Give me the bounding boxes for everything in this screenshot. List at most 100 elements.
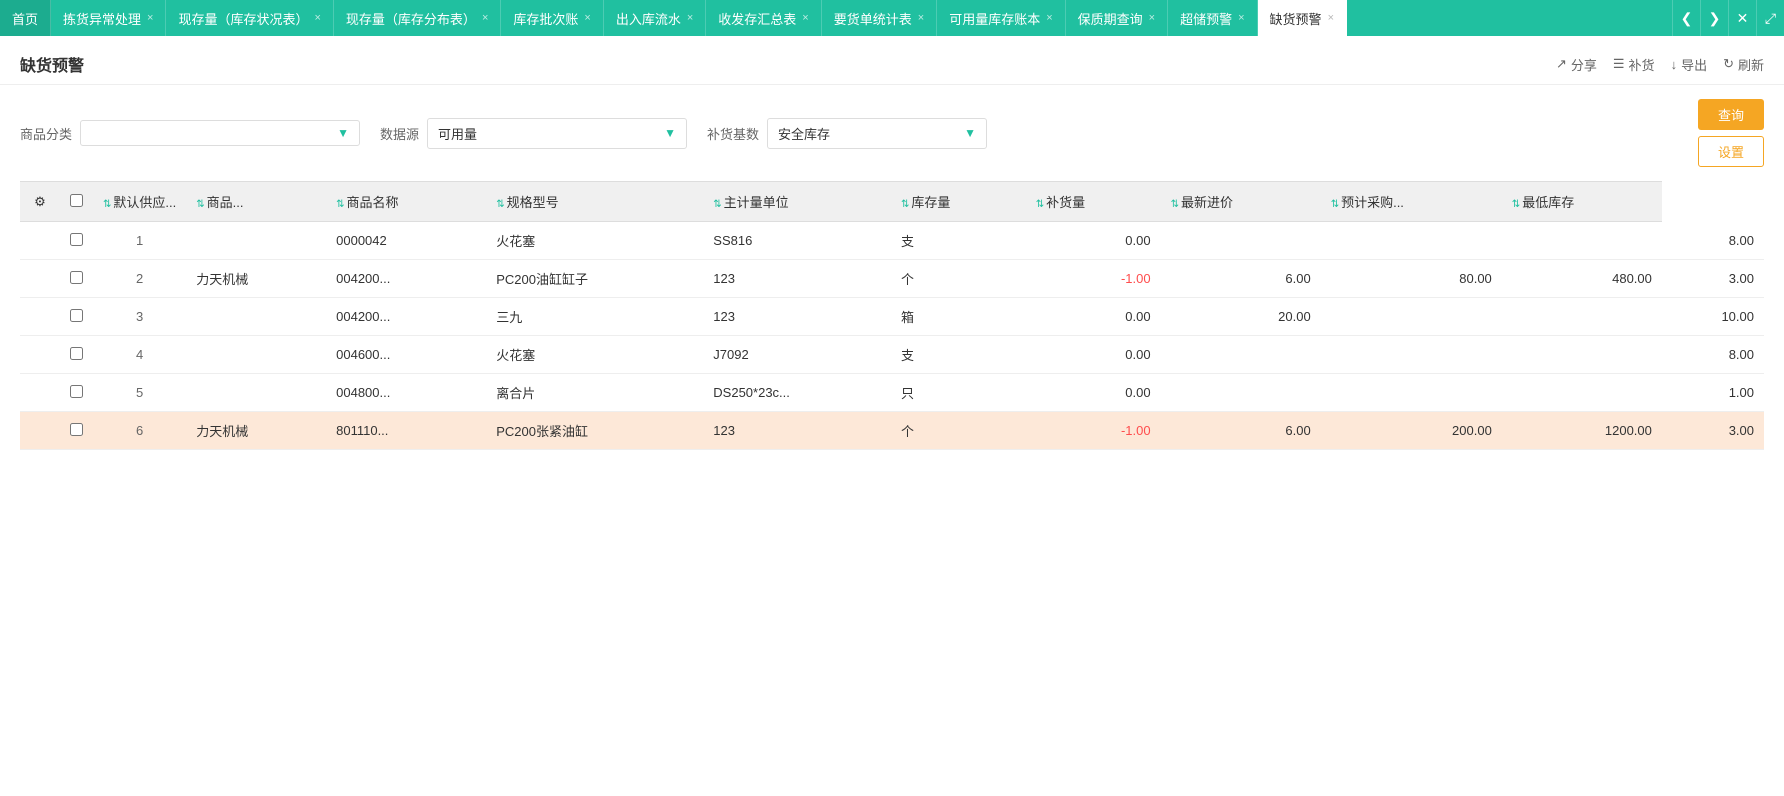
- tab-abnormal[interactable]: 拣货异常处理 ×: [51, 0, 166, 36]
- row-select-2[interactable]: [70, 309, 83, 322]
- cell-unit-2: 箱: [891, 298, 1026, 336]
- refresh-icon: ↻: [1723, 56, 1734, 72]
- cell-supplier-3: [186, 336, 326, 374]
- tab-label-abnormal: 拣货异常处理: [63, 9, 141, 28]
- tab-close-available-ledger[interactable]: ×: [1046, 12, 1052, 24]
- row-index-4: 5: [93, 374, 186, 412]
- row-gear-1: [20, 260, 60, 298]
- row-checkbox-3[interactable]: [60, 336, 93, 374]
- tab-close-inventory-status[interactable]: ×: [314, 12, 320, 24]
- tab-fullscreen-button[interactable]: ⤢: [1756, 0, 1784, 36]
- col-header-supplier[interactable]: ⇅默认供应...: [93, 182, 186, 222]
- settings-button[interactable]: 设置: [1698, 136, 1764, 167]
- replenish-action[interactable]: ☰ 补货: [1613, 55, 1655, 74]
- tab-close-order-stats[interactable]: ×: [918, 12, 924, 24]
- data-table: ⚙⇅默认供应...⇅商品...⇅商品名称⇅规格型号⇅主计量单位⇅库存量⇅补货量⇅…: [20, 181, 1764, 450]
- cell-spec-5: 123: [703, 412, 891, 450]
- cell-latest_price-0: [1321, 222, 1502, 260]
- row-checkbox-0[interactable]: [60, 222, 93, 260]
- col-header-unit[interactable]: ⇅主计量单位: [703, 182, 891, 222]
- replenish-basis-filter-group: 补货基数 安全库存 ▼: [707, 118, 987, 149]
- tab-shortage-warning[interactable]: 缺货预警 ×: [1258, 0, 1347, 36]
- col-header-min_stock[interactable]: ⇅最低库存: [1502, 182, 1662, 222]
- cell-est_purchase-2: [1502, 298, 1662, 336]
- tab-close-expiry-query[interactable]: ×: [1149, 12, 1155, 24]
- tab-close-batch-account[interactable]: ×: [584, 12, 590, 24]
- sort-icon-unit: ⇅: [713, 199, 721, 210]
- cell-latest_price-5: 200.00: [1321, 412, 1502, 450]
- col-checkbox-header[interactable]: [60, 182, 93, 222]
- col-header-goods_code[interactable]: ⇅商品...: [186, 182, 326, 222]
- row-checkbox-1[interactable]: [60, 260, 93, 298]
- row-index-5: 6: [93, 412, 186, 450]
- cell-supplier-4: [186, 374, 326, 412]
- row-select-5[interactable]: [70, 423, 83, 436]
- table-row: 6力天机械801110...PC200张紧油缸123个-1.006.00200.…: [20, 412, 1764, 450]
- col-header-replenish[interactable]: ⇅补货量: [1026, 182, 1161, 222]
- tab-prev-button[interactable]: ❮: [1672, 0, 1700, 36]
- row-select-0[interactable]: [70, 233, 83, 246]
- row-checkbox-4[interactable]: [60, 374, 93, 412]
- row-checkbox-5[interactable]: [60, 412, 93, 450]
- row-checkbox-2[interactable]: [60, 298, 93, 336]
- row-select-1[interactable]: [70, 271, 83, 284]
- tab-inout-flow[interactable]: 出入库流水×: [604, 0, 706, 36]
- cell-est_purchase-5: 1200.00: [1502, 412, 1662, 450]
- refresh-label: 刷新: [1738, 55, 1764, 74]
- replenish-basis-chevron-icon: ▼: [964, 126, 976, 140]
- export-action[interactable]: ↓ 导出: [1671, 55, 1708, 74]
- tab-order-stats[interactable]: 要货单统计表×: [822, 0, 937, 36]
- export-icon: ↓: [1671, 57, 1678, 72]
- tab-label-collect-summary: 收发存汇总表: [718, 9, 796, 28]
- row-gear-3: [20, 336, 60, 374]
- col-header-stock[interactable]: ⇅库存量: [891, 182, 1026, 222]
- col-header-goods_name[interactable]: ⇅商品名称: [326, 182, 486, 222]
- tab-close-collect-summary[interactable]: ×: [802, 12, 808, 24]
- tab-label-shortage-warning: 缺货预警: [1270, 9, 1322, 28]
- cell-replenish-3: [1161, 336, 1321, 374]
- tab-close-inout-flow[interactable]: ×: [687, 12, 693, 24]
- refresh-action[interactable]: ↻ 刷新: [1723, 55, 1764, 74]
- tab-overstock-warning[interactable]: 超储预警×: [1168, 0, 1257, 36]
- replenish-basis-select[interactable]: 安全库存 ▼: [767, 118, 987, 149]
- tab-close-abnormal[interactable]: ×: [147, 12, 153, 24]
- col-header-est_purchase[interactable]: ⇅预计采购...: [1321, 182, 1502, 222]
- tab-label-inventory-dist: 现存量（库存分布表）: [346, 9, 476, 28]
- tab-next-button[interactable]: ❯: [1700, 0, 1728, 36]
- cell-replenish-1: 6.00: [1161, 260, 1321, 298]
- tab-inventory-dist[interactable]: 现存量（库存分布表） ×: [334, 0, 501, 36]
- tab-batch-account[interactable]: 库存批次账×: [501, 0, 603, 36]
- tab-collect-summary[interactable]: 收发存汇总表 ×: [706, 0, 821, 36]
- row-gear-5: [20, 412, 60, 450]
- tab-home[interactable]: 首页: [0, 0, 51, 36]
- tab-expiry-query[interactable]: 保质期查询×: [1066, 0, 1168, 36]
- datasource-select[interactable]: 可用量 ▼: [427, 118, 687, 149]
- cell-goods_name-0: 火花塞: [486, 222, 703, 260]
- sort-icon-supplier: ⇅: [103, 199, 111, 210]
- tab-close-overstock-warning[interactable]: ×: [1238, 12, 1244, 24]
- table-row: 3004200...三九123箱0.0020.0010.00: [20, 298, 1764, 336]
- col-header-latest_price[interactable]: ⇅最新进价: [1161, 182, 1321, 222]
- row-select-4[interactable]: [70, 385, 83, 398]
- col-header-spec[interactable]: ⇅规格型号: [486, 182, 703, 222]
- tab-available-ledger[interactable]: 可用量库存账本×: [937, 0, 1065, 36]
- row-select-3[interactable]: [70, 347, 83, 360]
- tab-close-inventory-dist[interactable]: ×: [482, 12, 488, 24]
- row-index-1: 2: [93, 260, 186, 298]
- button-area: 查询 设置: [1698, 99, 1764, 167]
- cell-est_purchase-4: [1502, 374, 1662, 412]
- cell-latest_price-1: 80.00: [1321, 260, 1502, 298]
- tab-close-shortage-warning[interactable]: ×: [1328, 12, 1334, 24]
- share-action[interactable]: ↗ 分享: [1556, 55, 1597, 74]
- sort-icon-goods_name: ⇅: [336, 199, 344, 210]
- select-all-checkbox[interactable]: [70, 194, 83, 207]
- query-button[interactable]: 查询: [1698, 99, 1764, 130]
- tab-close-button[interactable]: ✕: [1728, 0, 1756, 36]
- cell-spec-4: DS250*23c...: [703, 374, 891, 412]
- category-filter-group: 商品分类 ▼: [20, 120, 360, 146]
- page-header: 缺货预警 ↗ 分享 ☰ 补货 ↓ 导出 ↻ 刷新: [0, 36, 1784, 85]
- tab-inventory-status[interactable]: 现存量（库存状况表）×: [166, 0, 333, 36]
- category-select[interactable]: ▼: [80, 120, 360, 146]
- sort-icon-replenish: ⇅: [1036, 199, 1044, 210]
- col-gear[interactable]: ⚙: [20, 182, 60, 222]
